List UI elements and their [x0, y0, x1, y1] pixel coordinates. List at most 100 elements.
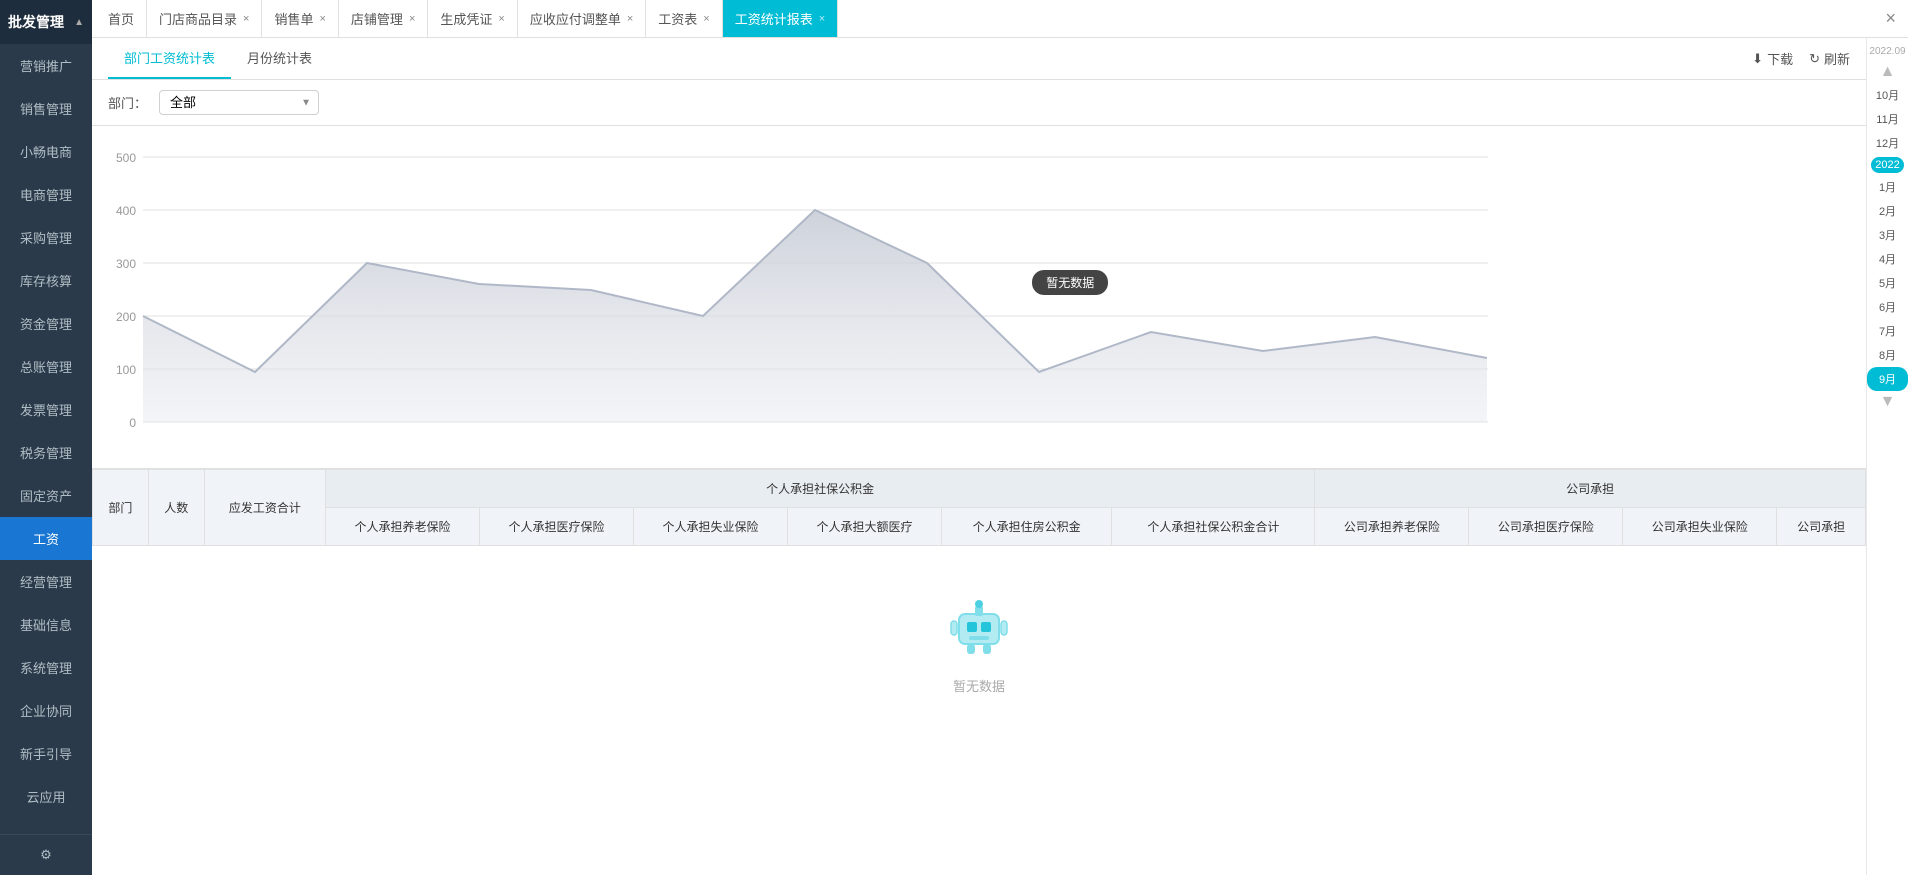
- th-personal-major-medical: 个人承担大额医疗: [787, 508, 941, 546]
- th-headcount: 人数: [148, 470, 204, 546]
- sub-tab-department[interactable]: 部门工资统计表: [108, 38, 231, 79]
- tab-sales-order[interactable]: 销售单 ×: [262, 0, 338, 38]
- refresh-button[interactable]: ↻ 刷新: [1809, 49, 1850, 68]
- timeline-month-jan[interactable]: 1月: [1867, 175, 1908, 199]
- sidebar-item-tax[interactable]: 税务管理: [0, 431, 92, 474]
- th-company-other: 公司承担: [1777, 508, 1866, 546]
- timeline-month-jun[interactable]: 6月: [1867, 295, 1908, 319]
- sidebar-item-ecommerce-mgmt[interactable]: 电商管理: [0, 173, 92, 216]
- tab-close-icon[interactable]: ×: [703, 13, 709, 25]
- tab-home[interactable]: 首页: [96, 0, 147, 38]
- th-company-pension: 公司承担养老保险: [1315, 508, 1469, 546]
- table-empty-row: 暂无数据: [93, 546, 1866, 736]
- sidebar: 批发管理 ▲ 营销推广 销售管理 小畅电商 电商管理 采购管理 库存核算 资金管…: [0, 0, 92, 875]
- th-company-social: 公司承担: [1315, 470, 1866, 508]
- timeline-year-badge-2022[interactable]: 2022: [1871, 157, 1903, 173]
- timeline-month-aug[interactable]: 8月: [1867, 343, 1908, 367]
- sidebar-item-system[interactable]: 系统管理: [0, 646, 92, 689]
- page-panel: 部门工资统计表 月份统计表 ⬇ 下载 ↻ 刷新: [92, 38, 1866, 875]
- timeline-month-apr[interactable]: 4月: [1867, 247, 1908, 271]
- tab-close-icon[interactable]: ×: [319, 13, 325, 25]
- sidebar-arrow-icon: ▲: [74, 17, 84, 28]
- sub-tabs-left: 部门工资统计表 月份统计表: [108, 38, 328, 79]
- refresh-label: 刷新: [1824, 49, 1850, 68]
- timeline-down-arrow[interactable]: ▼: [1878, 391, 1898, 413]
- sidebar-item-invoice[interactable]: 发票管理: [0, 388, 92, 431]
- sidebar-item-ecommerce-small[interactable]: 小畅电商: [0, 130, 92, 173]
- sidebar-item-label: 采购管理: [20, 231, 72, 246]
- main-area: 首页 门店商品目录 × 销售单 × 店铺管理 × 生成凭证 × 应收应付调整单 …: [92, 0, 1908, 875]
- sidebar-item-label: 销售管理: [20, 102, 72, 117]
- sidebar-item-label: 发票管理: [20, 403, 72, 418]
- tab-label: 首页: [108, 9, 134, 28]
- sidebar-item-label: 经营管理: [20, 575, 72, 590]
- th-personal-unemployment: 个人承担失业保险: [634, 508, 788, 546]
- sidebar-item-funds[interactable]: 资金管理: [0, 302, 92, 345]
- th-company-unemployment: 公司承担失业保险: [1623, 508, 1777, 546]
- sub-tab-monthly[interactable]: 月份统计表: [231, 38, 328, 79]
- tab-label: 生成凭证: [440, 9, 492, 28]
- tab-store-mgmt[interactable]: 店铺管理 ×: [339, 0, 428, 38]
- timeline-month-nov[interactable]: 11月: [1867, 107, 1908, 131]
- sidebar-item-payroll[interactable]: 工资: [0, 517, 92, 560]
- tab-ar-ap[interactable]: 应收应付调整单 ×: [518, 0, 646, 38]
- tab-payroll-sheet[interactable]: 工资表 ×: [646, 0, 722, 38]
- timeline-month-jul[interactable]: 7月: [1867, 319, 1908, 343]
- timeline-month-oct[interactable]: 10月: [1867, 83, 1908, 107]
- sidebar-item-sales[interactable]: 销售管理: [0, 87, 92, 130]
- tab-store-catalog[interactable]: 门店商品目录 ×: [147, 0, 262, 38]
- tab-label: 工资表: [658, 9, 697, 28]
- timeline-month-mar[interactable]: 3月: [1867, 223, 1908, 247]
- sidebar-top[interactable]: 批发管理 ▲: [0, 0, 92, 44]
- refresh-icon: ↻: [1809, 51, 1820, 67]
- download-button[interactable]: ⬇ 下载: [1752, 49, 1793, 68]
- sidebar-item-label: 税务管理: [20, 446, 72, 461]
- sidebar-item-operations[interactable]: 经营管理: [0, 560, 92, 603]
- sub-tab-label: 月份统计表: [247, 51, 312, 66]
- sidebar-item-label: 库存核算: [20, 274, 72, 289]
- empty-state: 暂无数据: [93, 546, 1866, 735]
- sub-tabs-bar: 部门工资统计表 月份统计表 ⬇ 下载 ↻ 刷新: [92, 38, 1866, 80]
- sidebar-item-ledger[interactable]: 总账管理: [0, 345, 92, 388]
- th-gross-salary: 应发工资合计: [204, 470, 325, 546]
- y-label-0: 0: [129, 416, 136, 430]
- th-personal-medical: 个人承担医疗保险: [480, 508, 634, 546]
- timeline-month-dec[interactable]: 12月: [1867, 131, 1908, 155]
- sidebar-item-purchase[interactable]: 采购管理: [0, 216, 92, 259]
- timeline-month-feb[interactable]: 2月: [1867, 199, 1908, 223]
- y-label-200: 200: [116, 310, 136, 324]
- timeline-up-arrow[interactable]: ▲: [1878, 61, 1898, 83]
- sidebar-item-marketing[interactable]: 营销推广: [0, 44, 92, 87]
- y-label-500: 500: [116, 151, 136, 165]
- sidebar-item-inventory[interactable]: 库存核算: [0, 259, 92, 302]
- timeline-year-2022-label[interactable]: 2022.09: [1867, 42, 1907, 61]
- sidebar-item-label: 系统管理: [20, 661, 72, 676]
- close-all-tabs-icon[interactable]: ×: [1885, 8, 1896, 29]
- sidebar-item-assets[interactable]: 固定资产: [0, 474, 92, 517]
- timeline-month-may[interactable]: 5月: [1867, 271, 1908, 295]
- sidebar-item-label: 电商管理: [20, 188, 72, 203]
- timeline-month-sep[interactable]: 9月: [1867, 367, 1908, 391]
- th-personal-housing: 个人承担住房公积金: [941, 508, 1111, 546]
- sidebar-item-label: 营销推广: [20, 59, 72, 74]
- tab-close-icon[interactable]: ×: [243, 13, 249, 25]
- tab-close-icon[interactable]: ×: [627, 13, 633, 25]
- download-icon: ⬇: [1752, 51, 1763, 67]
- sidebar-item-basic-info[interactable]: 基础信息: [0, 603, 92, 646]
- sidebar-settings-button[interactable]: ⚙: [0, 834, 92, 875]
- tab-close-icon[interactable]: ×: [819, 13, 825, 25]
- data-table-container: 部门 人数 应发工资合计 个人承担社保公积金 公司承担 个人承担养老保险 个人承…: [92, 468, 1866, 875]
- sidebar-item-guide[interactable]: 新手引导: [0, 732, 92, 775]
- tab-close-icon[interactable]: ×: [409, 13, 415, 25]
- sidebar-item-label: 固定资产: [20, 489, 72, 504]
- chart-container: 500 400 300 200 100 0: [92, 126, 1866, 468]
- tab-close-icon[interactable]: ×: [498, 13, 504, 25]
- tab-payroll-report[interactable]: 工资统计报表 ×: [723, 0, 838, 38]
- department-select-wrap[interactable]: 全部 销售部 财务部 运营部 技术部: [159, 90, 319, 115]
- tab-voucher[interactable]: 生成凭证 ×: [428, 0, 517, 38]
- filter-bar: 部门： 全部 销售部 财务部 运营部 技术部: [92, 80, 1866, 126]
- sidebar-item-collab[interactable]: 企业协同: [0, 689, 92, 732]
- empty-state-label: 暂无数据: [953, 676, 1005, 695]
- department-select[interactable]: 全部 销售部 财务部 运营部 技术部: [159, 90, 319, 115]
- sidebar-item-cloud[interactable]: 云应用: [0, 775, 92, 818]
